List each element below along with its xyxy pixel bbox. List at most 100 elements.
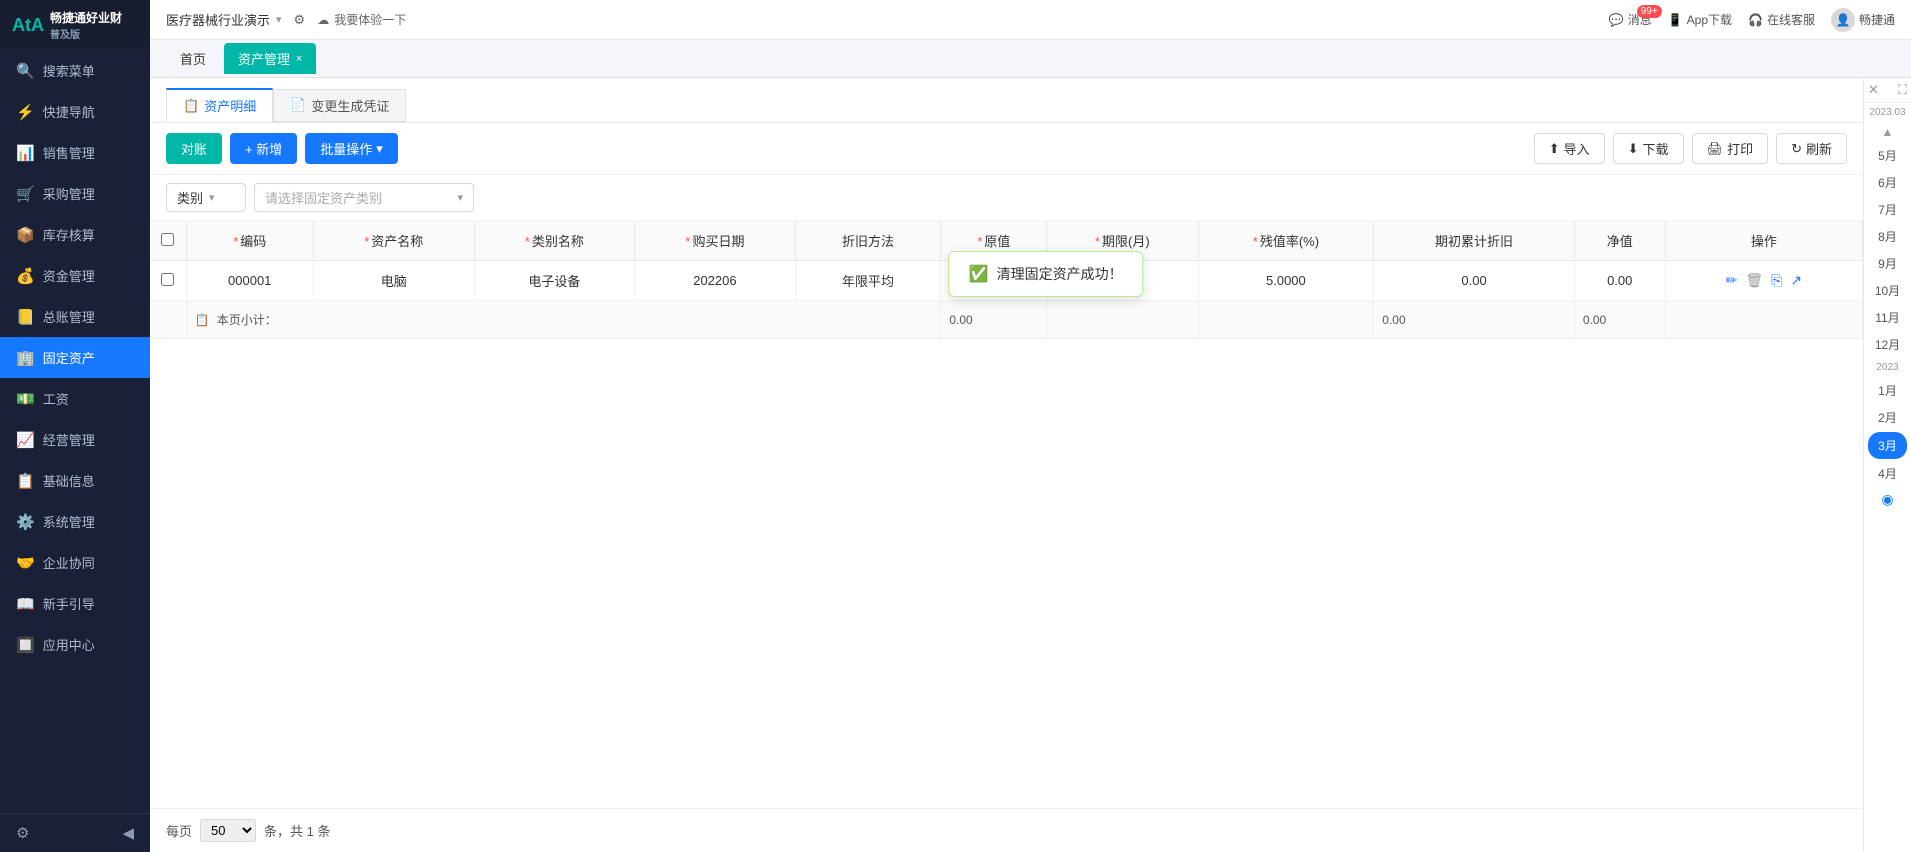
header-checkbox: [150, 221, 186, 261]
pagination: 每页 50 10 20 100 条，共 1 条: [150, 808, 1863, 852]
cal-month-11[interactable]: 11月: [1864, 304, 1911, 331]
sidebar-item-ops[interactable]: 📈 经营管理: [0, 419, 150, 460]
sidebar-item-enterprise[interactable]: 🤝 企业协同: [0, 542, 150, 583]
sidebar-item-finance[interactable]: 💰 资金管理: [0, 255, 150, 296]
detail-icon: 📋: [183, 98, 199, 114]
sidebar-item-inventory[interactable]: 📦 库存核算: [0, 214, 150, 255]
tab-close-icon[interactable]: ×: [296, 53, 302, 65]
export-button[interactable]: ⬆ 导入: [1534, 133, 1605, 164]
category-value-select[interactable]: 请选择固定资产类别 ▾: [254, 183, 474, 212]
cal-month-1[interactable]: 1月: [1864, 377, 1911, 404]
header-residual-rate: *残值率(%): [1198, 221, 1374, 261]
finance-icon: 💰: [16, 267, 35, 285]
sidebar-scroll: 🔍 搜索菜单⚡ 快捷导航📊 销售管理🛒 采购管理📦 库存核算💰 资金管理📒 总账…: [0, 50, 150, 813]
sidebar-item-label: 资金管理: [43, 266, 95, 285]
row-checkbox[interactable]: [161, 273, 174, 286]
cal-month-10[interactable]: 10月: [1864, 277, 1911, 304]
tab-home[interactable]: 首页: [166, 43, 220, 74]
message-button[interactable]: 💬 消息 99+: [1609, 11, 1652, 28]
sidebar-item-fixed-assets[interactable]: 🏢 固定资产: [0, 337, 150, 378]
online-service-button[interactable]: 🎧 在线客服: [1748, 11, 1815, 28]
settings-icon[interactable]: ⚙: [16, 824, 29, 842]
cal-month-5[interactable]: 5月: [1864, 142, 1911, 169]
download-icon: ⬇: [1628, 141, 1639, 157]
refresh-button[interactable]: ↻ 刷新: [1776, 133, 1847, 164]
new-button[interactable]: + 新增: [230, 133, 297, 164]
cal-month-7[interactable]: 7月: [1864, 196, 1911, 223]
more-icon[interactable]: ↗: [1790, 272, 1802, 289]
message-badge: 99+: [1637, 5, 1662, 18]
settings-gear-icon[interactable]: ⚙: [294, 12, 306, 28]
purchase-icon: 🛒: [16, 185, 35, 203]
subtab-voucher[interactable]: 📄 变更生成凭证: [273, 89, 406, 122]
header-operations: 操作: [1665, 221, 1862, 261]
system-icon: ⚙️: [16, 513, 35, 531]
category-select[interactable]: 类别 ▾: [166, 183, 246, 212]
ledger-icon: 📒: [16, 308, 35, 326]
delete-icon[interactable]: 🗑: [1745, 272, 1763, 289]
cal-month-9[interactable]: 9月: [1864, 250, 1911, 277]
app-edition: 普及版: [50, 26, 122, 41]
sidebar-item-ledger[interactable]: 📒 总账管理: [0, 296, 150, 337]
cal-month-12[interactable]: 12月: [1864, 331, 1911, 358]
sidebar-item-quick-nav[interactable]: ⚡ 快捷导航: [0, 91, 150, 132]
edit-icon[interactable]: ✏: [1726, 272, 1738, 289]
sidebar-item-search[interactable]: 🔍 搜索菜单: [0, 50, 150, 91]
cal-month-4[interactable]: 4月: [1864, 460, 1911, 487]
sidebar-item-label: 工资: [43, 389, 69, 408]
tab-assets[interactable]: 资产管理 ×: [224, 43, 316, 74]
sales-icon: 📊: [16, 144, 35, 162]
table-container: *编码 *资产名称 *类别名称 *购买日期 折旧方法 *原值 *期限(月) *残…: [150, 221, 1863, 808]
app-logo: AtA 畅捷通好业财 普及版: [0, 0, 150, 50]
subtotal-row: 📋 本页小计： 0.00 0.00 0.00: [150, 301, 1863, 339]
download-button[interactable]: ⬇ 下载: [1613, 133, 1684, 164]
sidebar-item-label: 应用中心: [43, 635, 95, 654]
calendar-up-icon[interactable]: ▲: [1864, 122, 1911, 142]
sidebar-item-label: 企业协同: [43, 553, 95, 572]
per-page-select[interactable]: 50 10 20 100: [200, 819, 256, 842]
panel-close-icon[interactable]: ✕: [1868, 82, 1879, 98]
app-name: 畅捷通好业财: [50, 11, 122, 25]
toolbar-right: ⬆ 导入 ⬇ 下载 🖨 打印 ↻ 刷新: [1534, 133, 1847, 164]
calendar-circle-icon[interactable]: ◉: [1881, 491, 1893, 507]
sidebar-item-label: 搜索菜单: [43, 61, 95, 80]
sidebar-item-sales[interactable]: 📊 销售管理: [0, 132, 150, 173]
sidebar-item-label: 快捷导航: [43, 102, 95, 121]
reconcile-button[interactable]: 对账: [166, 133, 222, 164]
sidebar-item-label: 新手引导: [43, 594, 95, 613]
sidebar-item-label: 固定资产: [43, 348, 95, 367]
app-download-button[interactable]: 📱 App下载: [1668, 11, 1732, 28]
company-name: 医疗器械行业演示: [166, 10, 270, 29]
row-checkbox-cell: [150, 261, 186, 301]
sidebar-item-basic-info[interactable]: 📋 基础信息: [0, 460, 150, 501]
batch-button[interactable]: 批量操作 ▾: [305, 133, 398, 164]
cal-month-2[interactable]: 2月: [1864, 404, 1911, 431]
panel-expand-icon[interactable]: ⛶: [1898, 82, 1907, 98]
calendar-year-label: 2023.03: [1864, 103, 1911, 122]
quick-nav-icon: ⚡: [16, 103, 35, 121]
sidebar-item-guide[interactable]: 📖 新手引导: [0, 583, 150, 624]
sidebar-item-payroll[interactable]: 💵 工资: [0, 378, 150, 419]
header-category: *类别名称: [474, 221, 635, 261]
guide-icon: 📖: [16, 595, 35, 613]
copy-icon[interactable]: ⎘: [1771, 272, 1782, 289]
print-button[interactable]: 🖨 打印: [1692, 133, 1769, 164]
sidebar-item-app-center[interactable]: 🔲 应用中心: [0, 624, 150, 665]
sidebar-item-label: 系统管理: [43, 512, 95, 531]
sidebar-item-system[interactable]: ⚙️ 系统管理: [0, 501, 150, 542]
select-all-checkbox[interactable]: [161, 233, 174, 246]
cal-month-3[interactable]: 3月: [1868, 432, 1907, 459]
collapse-icon[interactable]: ◀: [122, 824, 134, 842]
cal-month-6[interactable]: 6月: [1864, 169, 1911, 196]
sidebar-item-purchase[interactable]: 🛒 采购管理: [0, 173, 150, 214]
cal-month-8[interactable]: 8月: [1864, 223, 1911, 250]
sidebar-footer: ⚙ ◀: [0, 813, 150, 852]
user-profile[interactable]: 👤 畅捷通: [1831, 8, 1895, 32]
company-chevron-icon[interactable]: ▾: [276, 13, 282, 26]
message-icon: 💬: [1609, 13, 1624, 27]
experience-link[interactable]: ☁ 我要体验一下: [317, 11, 406, 28]
success-icon: ✅: [969, 264, 989, 284]
panel-controls: ✕ ⛶: [1864, 78, 1911, 103]
subtab-detail[interactable]: 📋 资产明细: [166, 88, 273, 122]
sidebar-item-label: 总账管理: [43, 307, 95, 326]
